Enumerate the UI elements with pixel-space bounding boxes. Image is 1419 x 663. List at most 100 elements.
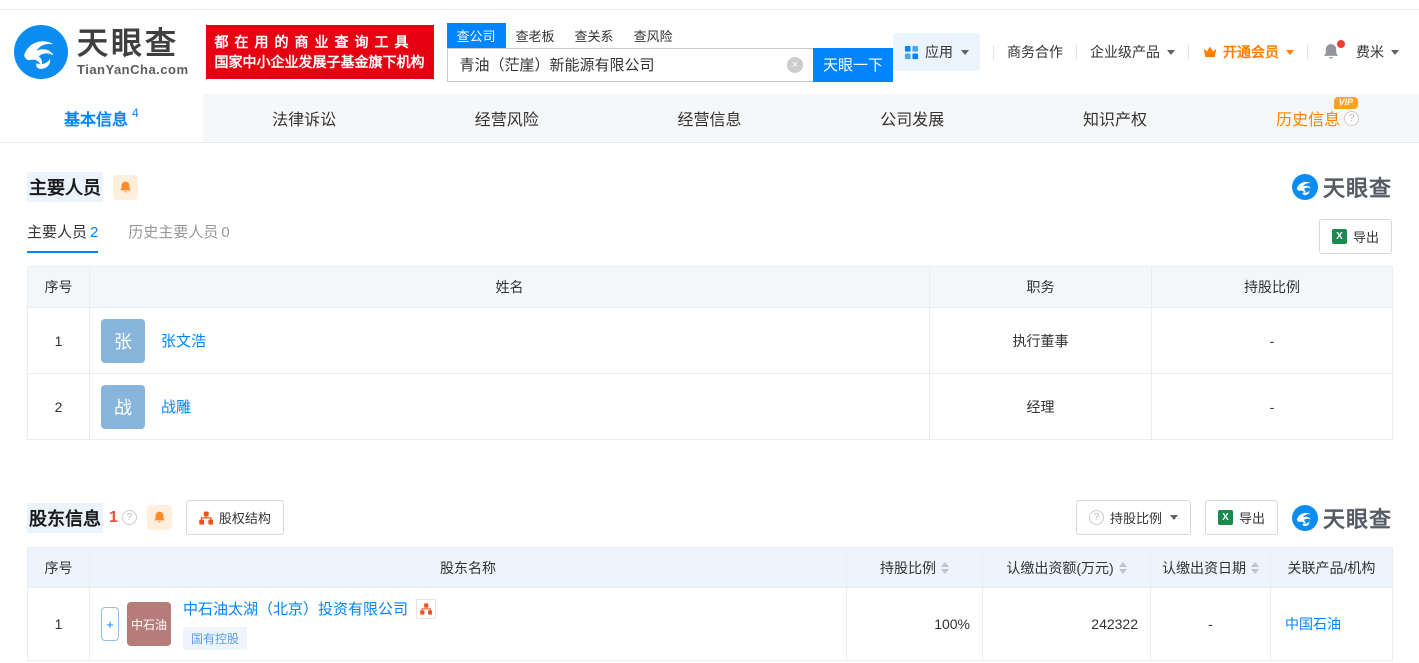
subscribe-bell-button[interactable] <box>113 174 138 200</box>
export-button[interactable]: X 导出 <box>1318 219 1392 254</box>
search-tabs: 查公司 查老板 查关系 查风险 <box>446 22 893 48</box>
user-menu[interactable]: 费米 <box>1356 42 1399 62</box>
person-name-link[interactable]: 战雕 <box>161 396 191 417</box>
org-chart-icon <box>198 510 213 525</box>
excel-icon: X <box>1217 510 1233 525</box>
tab-operation-risk[interactable]: 经营风险 <box>405 94 608 142</box>
column-header-ratio: 持股比例 <box>846 547 983 588</box>
chevron-down-icon <box>1169 515 1178 520</box>
sort-icon[interactable] <box>1118 561 1127 574</box>
tab-legal-proceedings[interactable]: 法律诉讼 <box>203 94 406 142</box>
page-content: 主要人员 天眼查 主要人员 2 历史主要人员 0 X 导出 序号 姓名 职务 持… <box>0 171 1419 661</box>
equity-structure-mini-button[interactable] <box>416 598 437 619</box>
column-header-no: 序号 <box>27 266 90 308</box>
open-vip-menu[interactable]: 开通会员 <box>1202 42 1294 62</box>
tab-company-development[interactable]: 公司发展 <box>811 94 1014 142</box>
notifications-bell-button[interactable] <box>1321 40 1345 62</box>
export-button[interactable]: X 导出 <box>1204 500 1278 535</box>
username-label: 费米 <box>1356 44 1384 60</box>
company-section-tabs: 基本信息 4 法律诉讼 经营风险 经营信息 公司发展 知识产权 VIP 历史信息… <box>0 94 1419 143</box>
subtab-history-personnel[interactable]: 历史主要人员 0 <box>128 221 229 253</box>
chevron-down-icon <box>1167 49 1175 55</box>
clear-icon[interactable]: × <box>787 56 803 73</box>
tianyancha-logo-icon <box>14 25 68 79</box>
question-icon: ? <box>1088 510 1104 525</box>
search-button[interactable]: 天眼一下 <box>813 47 893 82</box>
tab-intellectual-property[interactable]: 知识产权 <box>1014 94 1217 142</box>
subtab-history-personnel-label: 历史主要人员 <box>128 223 219 241</box>
enterprise-products-menu[interactable]: 企业级产品 <box>1090 42 1175 62</box>
tianyancha-logo[interactable]: 天眼查 TianYanCha.com <box>14 25 189 79</box>
column-header-related-products: 关联产品/机构 <box>1270 547 1393 588</box>
subscribed-date: - <box>1150 587 1271 661</box>
search-tab-company[interactable]: 查公司 <box>446 22 506 48</box>
row-index: 2 <box>27 373 90 440</box>
tianyancha-watermark: 天眼查 <box>1291 502 1392 534</box>
person-position: 执行董事 <box>929 307 1152 374</box>
column-header-no: 序号 <box>27 547 90 588</box>
vip-badge: VIP <box>1333 97 1359 109</box>
person-position: 经理 <box>929 373 1152 440</box>
sort-icon[interactable] <box>941 561 949 574</box>
state-owned-tag: 国有控股 <box>183 627 248 650</box>
tab-history-info[interactable]: VIP 历史信息 ? <box>1216 94 1419 142</box>
key-personnel-title: 主要人员 <box>27 172 103 202</box>
table-header-row: 序号 股东名称 持股比例 认缴出资额(万元) 认缴出资日期 关联产品/机构 <box>27 547 1393 588</box>
search-tab-boss[interactable]: 查老板 <box>506 23 565 48</box>
tab-basic-info-label: 基本信息 <box>64 112 129 129</box>
subtab-current-personnel-count: 2 <box>90 223 99 241</box>
enterprise-products-label: 企业级产品 <box>1090 44 1160 60</box>
subscribe-bell-button[interactable] <box>146 505 172 530</box>
column-header-shareholder-name: 股东名称 <box>89 547 847 588</box>
header-nav: 应用 商务合作 企业级产品 开通会员 费米 <box>893 33 1399 71</box>
logo-text: 天眼查 TianYanCha.com <box>77 28 189 77</box>
related-product-link[interactable]: 中国石油 <box>1270 587 1393 661</box>
column-header-ratio: 持股比例 <box>1151 266 1393 308</box>
avatar[interactable]: 张 <box>101 318 145 363</box>
shareholder-name-link[interactable]: 中石油太湖（北京）投资有限公司 <box>183 598 408 619</box>
subtab-current-personnel-label: 主要人员 <box>27 223 88 241</box>
nav-divider <box>1076 44 1077 60</box>
tab-operation-info[interactable]: 经营信息 <box>608 94 811 142</box>
question-icon[interactable]: ? <box>121 510 137 525</box>
business-coop-label: 商务合作 <box>1007 44 1063 60</box>
tianyancha-logo-icon <box>1291 174 1318 200</box>
business-coop-link[interactable]: 商务合作 <box>1007 42 1063 62</box>
export-label: 导出 <box>1352 230 1379 245</box>
tab-legal-proceedings-label: 法律诉讼 <box>272 112 337 129</box>
search-area: 查公司 查老板 查关系 查风险 × 天眼一下 <box>446 22 893 82</box>
notification-dot <box>1337 40 1345 48</box>
question-icon[interactable]: ? <box>1344 110 1360 126</box>
sort-icon[interactable] <box>1251 561 1259 574</box>
chevron-down-icon <box>1391 49 1399 55</box>
key-personnel-header: 主要人员 天眼查 <box>27 171 1392 203</box>
expand-button[interactable]: + <box>101 607 119 641</box>
table-row: 1 + 中石油 中石油太湖（北京）投资有限公司 国有控股 100% 242322… <box>27 587 1393 661</box>
subtab-current-personnel[interactable]: 主要人员 2 <box>27 221 99 253</box>
avatar[interactable]: 战 <box>101 384 145 429</box>
shareholders-title: 股东信息 <box>27 502 103 533</box>
ratio-filter-label: 持股比例 <box>1109 511 1162 526</box>
excel-icon: X <box>1331 229 1347 244</box>
tab-operation-info-label: 经营信息 <box>677 112 742 129</box>
equity-structure-button[interactable]: 股权结构 <box>185 500 284 535</box>
row-index: 1 <box>27 307 90 374</box>
tab-basic-info[interactable]: 基本信息 4 <box>0 94 203 142</box>
company-avatar[interactable]: 中石油 <box>127 602 171 646</box>
search-tab-risk[interactable]: 查风险 <box>624 23 683 48</box>
search-input[interactable] <box>446 47 813 82</box>
person-name-link[interactable]: 张文浩 <box>161 330 206 351</box>
column-header-subscribed-amount: 认缴出资额(万元) <box>982 547 1151 588</box>
chevron-down-icon <box>1286 49 1294 55</box>
key-personnel-section: 主要人员 天眼查 主要人员 2 历史主要人员 0 X 导出 序号 姓名 职务 持… <box>27 171 1393 440</box>
table-row: 2 战 战雕 经理 - <box>27 373 1393 440</box>
key-personnel-table: 序号 姓名 职务 持股比例 1 张 张文浩 执行董事 - 2 战 战雕 经理 - <box>27 266 1393 440</box>
apps-menu-button[interactable]: 应用 <box>893 33 980 71</box>
shareholders-table: 序号 股东名称 持股比例 认缴出资额(万元) 认缴出资日期 关联产品/机构 1 … <box>27 547 1393 661</box>
apps-label: 应用 <box>925 44 953 60</box>
search-tab-relation[interactable]: 查关系 <box>565 23 624 48</box>
bell-icon <box>120 181 131 192</box>
subscribed-amount: 242322 <box>982 587 1151 661</box>
shareholders-section: 股东信息 1 ? 股权结构 ? 持股比例 X 导出 天眼查 序号 股东名称 持股… <box>27 500 1393 661</box>
ratio-filter-button[interactable]: ? 持股比例 <box>1075 500 1191 535</box>
